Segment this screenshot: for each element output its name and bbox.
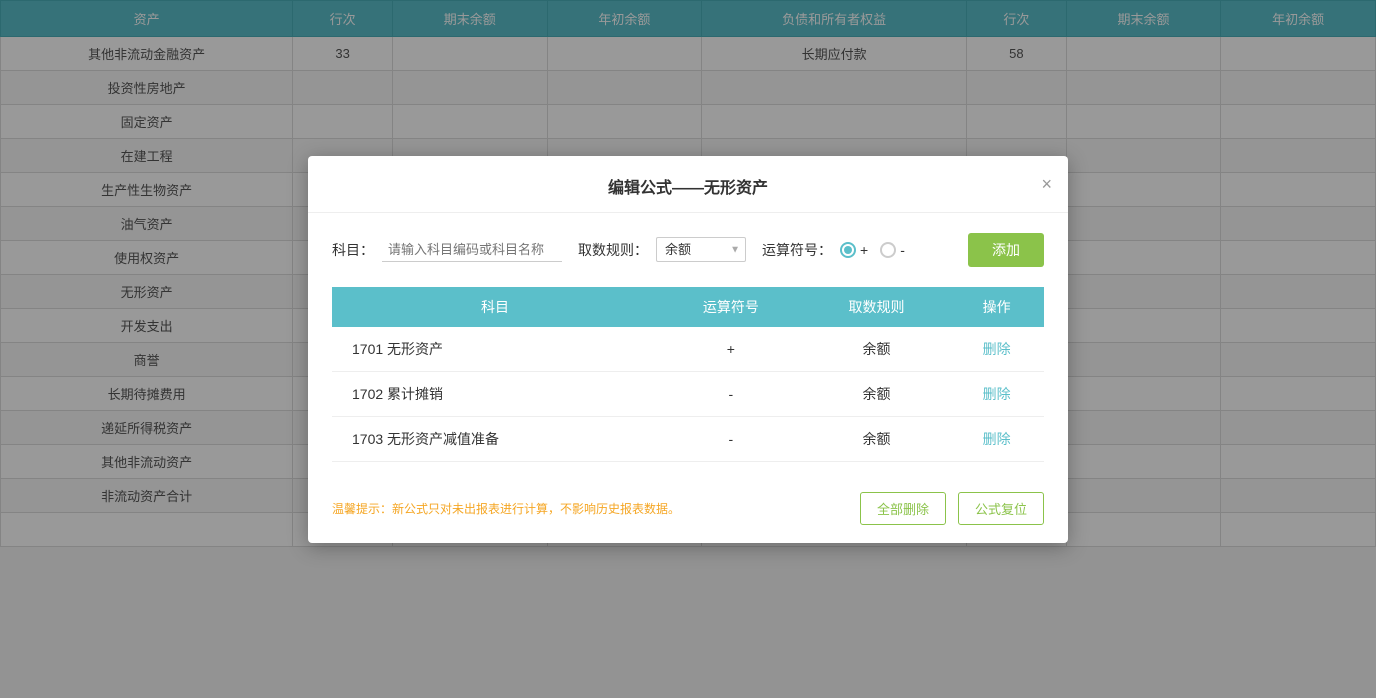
modal-title: 编辑公式——无形资产 bbox=[608, 180, 768, 197]
formula-action[interactable]: 删除 bbox=[949, 416, 1044, 461]
operator-group: 运算符号： + - bbox=[762, 240, 905, 260]
table-header-rule: 取数规则 bbox=[804, 287, 950, 327]
modal-overlay: 编辑公式——无形资产 × 科目： 取数规则： 余额 借方 贷方 bbox=[0, 0, 1376, 698]
operator-plus-radio[interactable]: + bbox=[840, 242, 868, 258]
formula-operator: - bbox=[658, 371, 804, 416]
modal-footer: 温馨提示：新公式只对未出报表进行计算，不影响历史报表数据。 全部删除 公式复位 bbox=[308, 478, 1068, 543]
modal-header: 编辑公式——无形资产 × bbox=[308, 156, 1068, 213]
formula-table: 科目 运算符号 取数规则 操作 1701 无形资产+余额删除1702 累计摊销-… bbox=[332, 287, 1044, 462]
table-header-subject: 科目 bbox=[332, 287, 658, 327]
rule-label: 取数规则： bbox=[578, 240, 648, 260]
operator-label: 运算符号： bbox=[762, 240, 832, 260]
formula-operator: - bbox=[658, 416, 804, 461]
formula-action[interactable]: 删除 bbox=[949, 327, 1044, 372]
table-header-operator: 运算符号 bbox=[658, 287, 804, 327]
footer-tip: 温馨提示：新公式只对未出报表进行计算，不影响历史报表数据。 bbox=[332, 500, 680, 517]
formula-form-row: 科目： 取数规则： 余额 借方 贷方 借方发生额 贷方发生额 ▼ bbox=[332, 233, 1044, 267]
rule-select[interactable]: 余额 借方 贷方 借方发生额 贷方发生额 bbox=[656, 237, 746, 262]
table-row: 1701 无形资产+余额 删除 bbox=[332, 327, 1044, 372]
formula-subject: 1701 无形资产 bbox=[332, 327, 658, 372]
operator-minus-radio[interactable]: - bbox=[880, 242, 905, 258]
reset-button[interactable]: 公式复位 bbox=[958, 492, 1044, 525]
table-header-action: 操作 bbox=[949, 287, 1044, 327]
subject-group: 科目： bbox=[332, 238, 562, 262]
modal-close-button[interactable]: × bbox=[1041, 175, 1052, 193]
add-button[interactable]: 添加 bbox=[968, 233, 1044, 267]
table-row: 1702 累计摊销-余额 删除 bbox=[332, 371, 1044, 416]
formula-rule: 余额 bbox=[804, 416, 950, 461]
edit-formula-modal: 编辑公式——无形资产 × 科目： 取数规则： 余额 借方 贷方 bbox=[308, 156, 1068, 543]
rule-select-wrap: 余额 借方 贷方 借方发生额 贷方发生额 ▼ bbox=[656, 237, 746, 262]
subject-label: 科目： bbox=[332, 240, 374, 260]
delete-link[interactable]: 删除 bbox=[983, 431, 1011, 447]
delete-link[interactable]: 删除 bbox=[983, 386, 1011, 402]
formula-subject: 1703 无形资产减值准备 bbox=[332, 416, 658, 461]
formula-rule: 余额 bbox=[804, 371, 950, 416]
rule-group: 取数规则： 余额 借方 贷方 借方发生额 贷方发生额 ▼ bbox=[578, 237, 746, 262]
formula-subject: 1702 累计摊销 bbox=[332, 371, 658, 416]
formula-operator: + bbox=[658, 327, 804, 372]
radio-circle-plus bbox=[840, 242, 856, 258]
delete-all-button[interactable]: 全部删除 bbox=[860, 492, 946, 525]
footer-buttons: 全部删除 公式复位 bbox=[860, 492, 1044, 525]
delete-link[interactable]: 删除 bbox=[983, 341, 1011, 357]
radio-circle-minus bbox=[880, 242, 896, 258]
operator-minus-label: - bbox=[900, 242, 905, 258]
operator-radio-group: + - bbox=[840, 242, 905, 258]
modal-body: 科目： 取数规则： 余额 借方 贷方 借方发生额 贷方发生额 ▼ bbox=[308, 213, 1068, 478]
operator-plus-label: + bbox=[860, 242, 868, 258]
formula-rule: 余额 bbox=[804, 327, 950, 372]
formula-action[interactable]: 删除 bbox=[949, 371, 1044, 416]
subject-input[interactable] bbox=[382, 238, 562, 262]
table-row: 1703 无形资产减值准备-余额 删除 bbox=[332, 416, 1044, 461]
